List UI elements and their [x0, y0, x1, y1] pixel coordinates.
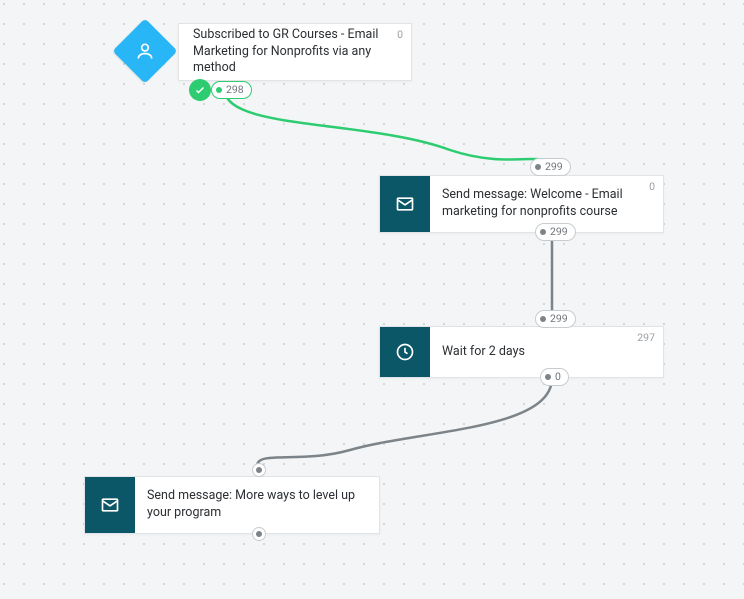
send-welcome-in-port[interactable]: 299	[530, 158, 571, 176]
wait-corner-count: 297	[637, 331, 655, 345]
send-levelup-label: Send message: More ways to level up your…	[147, 488, 367, 522]
trigger-out-count: 298	[226, 83, 244, 97]
send-welcome-out-count: 299	[550, 225, 568, 239]
send-levelup-icon-box	[85, 477, 135, 533]
envelope-icon	[395, 194, 415, 214]
wait-out-port[interactable]: 0	[540, 368, 569, 386]
wait-in-port[interactable]: 299	[535, 310, 576, 328]
trigger-node[interactable]: Subscribed to GR Courses - Email Marketi…	[178, 23, 412, 81]
send-levelup-in-port[interactable]	[252, 463, 266, 477]
wait-in-count: 299	[550, 312, 568, 326]
trigger-diamond[interactable]	[112, 18, 177, 83]
send-welcome-out-port[interactable]: 299	[535, 223, 576, 241]
send-welcome-node[interactable]: Send message: Welcome - Email marketing …	[379, 175, 664, 233]
send-welcome-corner-count: 0	[649, 180, 655, 194]
workflow-canvas[interactable]: { "nodes": { "trigger": { "label": "Subs…	[0, 0, 744, 599]
send-welcome-in-count: 299	[545, 160, 563, 174]
clock-icon	[395, 342, 415, 362]
wait-icon-box	[380, 327, 430, 377]
send-welcome-icon-box	[380, 176, 430, 232]
send-levelup-node[interactable]: Send message: More ways to level up your…	[84, 476, 380, 534]
trigger-out-port[interactable]: 298	[211, 81, 252, 99]
check-badge	[189, 79, 211, 101]
trigger-label: Subscribed to GR Courses - Email Marketi…	[193, 27, 399, 78]
send-welcome-label: Send message: Welcome - Email marketing …	[442, 187, 651, 221]
wait-out-count: 0	[555, 370, 561, 384]
envelope-icon	[100, 495, 120, 515]
wait-label: Wait for 2 days	[442, 344, 525, 361]
send-levelup-out-port[interactable]	[252, 527, 266, 541]
trigger-corner-count: 0	[397, 28, 403, 42]
person-icon	[135, 41, 155, 61]
check-icon	[194, 84, 206, 96]
wait-node[interactable]: Wait for 2 days 297	[379, 326, 664, 378]
